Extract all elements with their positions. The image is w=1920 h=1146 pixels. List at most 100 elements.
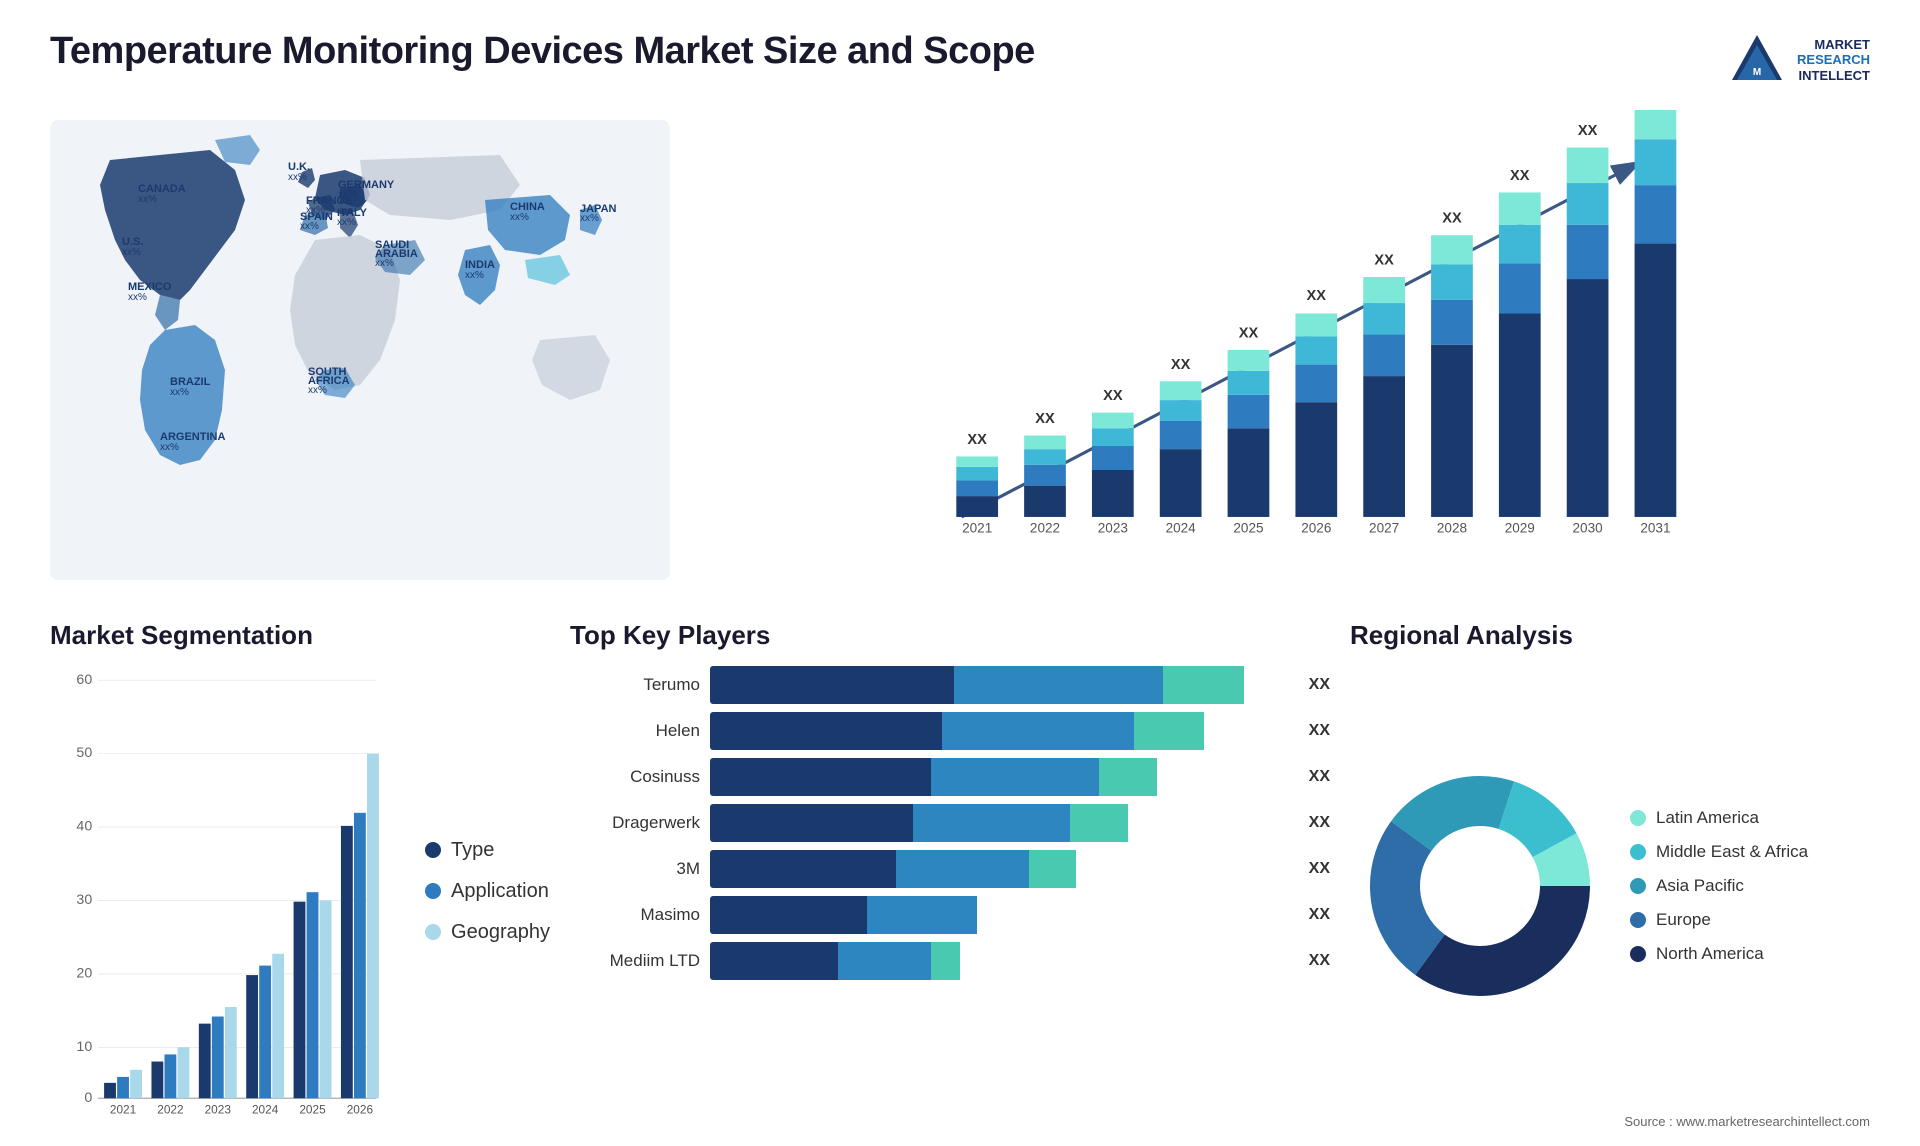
svg-text:XX: XX: [1171, 357, 1191, 373]
player-name: Cosinuss: [570, 767, 700, 787]
player-xx: XX: [1309, 860, 1330, 878]
bottom-row: Market Segmentation 60 50 40 30 20 10 0: [50, 620, 1870, 1120]
player-name: 3M: [570, 859, 700, 879]
segmentation-title: Market Segmentation: [50, 620, 550, 651]
segmentation-svg: 60 50 40 30 20 10 0: [50, 666, 395, 1116]
geography-label: Geography: [451, 921, 550, 944]
regional-title: Regional Analysis: [1350, 620, 1870, 651]
legend-type: Type: [425, 839, 550, 862]
svg-text:40: 40: [76, 819, 92, 835]
svg-text:xx%: xx%: [128, 292, 147, 303]
svg-text:XX: XX: [1374, 252, 1394, 268]
svg-text:2026: 2026: [347, 1103, 374, 1116]
svg-text:2021: 2021: [110, 1103, 136, 1116]
legend-geography: Geography: [425, 921, 550, 944]
svg-text:10: 10: [76, 1039, 92, 1055]
svg-text:xx%: xx%: [375, 258, 394, 269]
player-name: Terumo: [570, 675, 700, 695]
svg-text:30: 30: [76, 892, 92, 908]
player-name: Helen: [570, 721, 700, 741]
player-row-dragerwerk: Dragerwerk XX: [570, 804, 1330, 842]
player-xx: XX: [1309, 768, 1330, 786]
world-map-svg: CANADA xx% U.S. xx% MEXICO xx% BRAZIL xx…: [50, 110, 670, 590]
application-dot: [425, 883, 441, 899]
svg-text:XX: XX: [1103, 388, 1123, 404]
header: Temperature Monitoring Devices Market Si…: [50, 30, 1870, 90]
svg-text:xx%: xx%: [122, 247, 141, 258]
svg-text:XX: XX: [1578, 123, 1598, 139]
north-america-label: North America: [1656, 944, 1764, 964]
europe-dot: [1630, 912, 1646, 928]
player-bar: [710, 942, 1291, 980]
svg-text:2026: 2026: [1301, 521, 1331, 536]
svg-text:20: 20: [76, 965, 92, 981]
type-label: Type: [451, 839, 494, 862]
svg-text:2021: 2021: [962, 521, 992, 536]
type-dot: [425, 842, 441, 858]
player-row-cosinuss: Cosinuss XX: [570, 758, 1330, 796]
bar-chart-section: XX 2021 XX 2022 XX 2023: [700, 110, 1870, 590]
player-row-terumo: Terumo XX: [570, 666, 1330, 704]
legend-application: Application: [425, 880, 550, 903]
svg-text:xx%: xx%: [337, 217, 356, 228]
svg-text:2030: 2030: [1573, 521, 1603, 536]
donut-svg: [1350, 756, 1610, 1016]
svg-text:0: 0: [84, 1090, 92, 1106]
svg-text:2029: 2029: [1505, 521, 1535, 536]
svg-text:xx%: xx%: [580, 213, 599, 224]
player-bar: [710, 712, 1291, 750]
svg-text:XX: XX: [1307, 288, 1327, 304]
svg-text:60: 60: [76, 672, 92, 688]
svg-text:50: 50: [76, 745, 92, 761]
middle-east-africa-label: Middle East & Africa: [1656, 842, 1808, 862]
svg-text:2028: 2028: [1437, 521, 1467, 536]
svg-text:xx%: xx%: [300, 221, 319, 232]
player-bar: [710, 758, 1291, 796]
legend-latin-america: Latin America: [1630, 808, 1808, 828]
regional-container: Latin America Middle East & Africa Asia …: [1350, 666, 1870, 1106]
legend-europe: Europe: [1630, 910, 1808, 930]
svg-text:2024: 2024: [1166, 521, 1197, 536]
asia-pacific-dot: [1630, 878, 1646, 894]
svg-text:xx%: xx%: [465, 270, 484, 281]
key-players-section: Top Key Players Terumo XX Helen: [570, 620, 1330, 1120]
key-players-title: Top Key Players: [570, 620, 1330, 651]
svg-text:XX: XX: [1035, 411, 1055, 427]
svg-text:2027: 2027: [1369, 521, 1399, 536]
player-xx: XX: [1309, 814, 1330, 832]
bar-chart-svg: XX 2021 XX 2022 XX 2023: [700, 110, 1870, 590]
svg-text:XX: XX: [1442, 211, 1462, 227]
logo-text: MARKET RESEARCH INTELLECT: [1797, 37, 1870, 84]
latin-america-dot: [1630, 810, 1646, 826]
logo-icon: M: [1727, 30, 1787, 90]
svg-text:xx%: xx%: [288, 172, 307, 183]
regional-legend: Latin America Middle East & Africa Asia …: [1630, 808, 1808, 964]
middle-east-africa-dot: [1630, 844, 1646, 860]
segmentation-legend: Type Application Geography: [415, 666, 550, 1116]
svg-text:2031: 2031: [1640, 521, 1670, 536]
player-name: Dragerwerk: [570, 813, 700, 833]
svg-text:2023: 2023: [1098, 521, 1128, 536]
legend-middle-east-africa: Middle East & Africa: [1630, 842, 1808, 862]
regional-section: Regional Analysis: [1350, 620, 1870, 1120]
donut-chart: [1350, 756, 1610, 1016]
logo: M MARKET RESEARCH INTELLECT: [1727, 30, 1870, 90]
svg-text:2022: 2022: [157, 1103, 183, 1116]
svg-text:xx%: xx%: [308, 385, 327, 396]
legend-asia-pacific: Asia Pacific: [1630, 876, 1808, 896]
player-xx: XX: [1309, 952, 1330, 970]
player-row-mediim: Mediim LTD XX: [570, 942, 1330, 980]
player-row-helen: Helen XX: [570, 712, 1330, 750]
svg-text:2022: 2022: [1030, 521, 1060, 536]
svg-text:2025: 2025: [299, 1103, 326, 1116]
player-xx: XX: [1309, 722, 1330, 740]
player-xx: XX: [1309, 676, 1330, 694]
svg-text:M: M: [1753, 67, 1761, 78]
player-xx: XX: [1309, 906, 1330, 924]
svg-text:2024: 2024: [252, 1103, 279, 1116]
svg-text:XX: XX: [967, 432, 987, 448]
svg-text:2023: 2023: [205, 1103, 232, 1116]
svg-text:xx%: xx%: [338, 189, 357, 200]
world-map-section: CANADA xx% U.S. xx% MEXICO xx% BRAZIL xx…: [50, 110, 670, 590]
svg-text:xx%: xx%: [510, 212, 529, 223]
